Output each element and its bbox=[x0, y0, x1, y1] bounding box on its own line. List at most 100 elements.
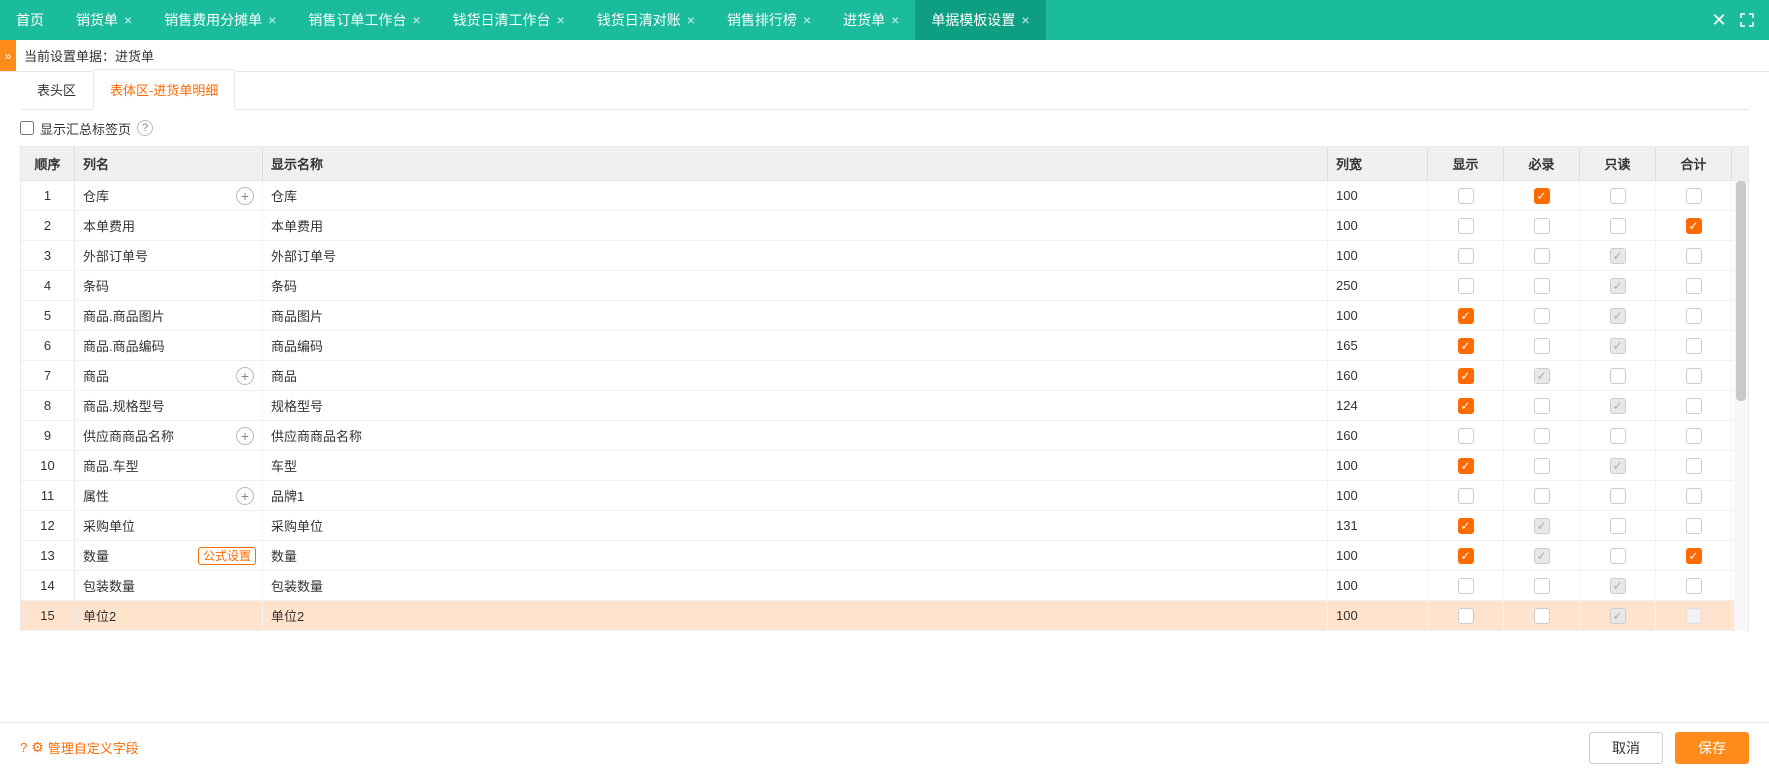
scrollbar-thumb[interactable] bbox=[1736, 181, 1746, 401]
plus-icon[interactable]: + bbox=[236, 487, 254, 505]
cell-width[interactable]: 100 bbox=[1328, 481, 1428, 510]
checkbox-show[interactable] bbox=[1458, 488, 1474, 504]
cell-width[interactable]: 250 bbox=[1328, 271, 1428, 300]
checkbox-show[interactable] bbox=[1458, 338, 1474, 354]
plus-icon[interactable]: + bbox=[236, 367, 254, 385]
fullscreen-icon[interactable] bbox=[1733, 6, 1761, 34]
table-row[interactable]: 2本单费用本单费用100 bbox=[21, 211, 1748, 241]
checkbox-show[interactable] bbox=[1458, 218, 1474, 234]
cell-width[interactable]: 131 bbox=[1328, 511, 1428, 540]
checkbox-show[interactable] bbox=[1458, 548, 1474, 564]
checkbox-total[interactable] bbox=[1686, 428, 1702, 444]
checkbox-show[interactable] bbox=[1458, 248, 1474, 264]
cell-width[interactable]: 100 bbox=[1328, 451, 1428, 480]
checkbox-readonly[interactable] bbox=[1610, 518, 1626, 534]
cell-display[interactable]: 车型 bbox=[263, 451, 1328, 480]
cell-width[interactable]: 100 bbox=[1328, 211, 1428, 240]
checkbox-show[interactable] bbox=[1458, 278, 1474, 294]
close-icon[interactable]: × bbox=[803, 12, 811, 28]
cell-width[interactable]: 160 bbox=[1328, 361, 1428, 390]
cell-display[interactable]: 包装数量 bbox=[263, 571, 1328, 600]
sub-tab-0[interactable]: 表头区 bbox=[20, 69, 93, 109]
checkbox-show[interactable] bbox=[1458, 188, 1474, 204]
cell-display[interactable]: 规格型号 bbox=[263, 391, 1328, 420]
table-row[interactable]: 6商品.商品编码商品编码165 bbox=[21, 331, 1748, 361]
cell-display[interactable]: 条码 bbox=[263, 271, 1328, 300]
table-row[interactable]: 14包装数量包装数量100 bbox=[21, 571, 1748, 601]
cell-width[interactable]: 124 bbox=[1328, 391, 1428, 420]
checkbox-required[interactable] bbox=[1534, 398, 1550, 414]
table-row[interactable]: 10商品.车型车型100 bbox=[21, 451, 1748, 481]
cell-display[interactable]: 单位2 bbox=[263, 601, 1328, 630]
checkbox-required[interactable] bbox=[1534, 308, 1550, 324]
checkbox-required[interactable] bbox=[1534, 278, 1550, 294]
help-icon[interactable]: ? bbox=[137, 120, 153, 136]
cell-display[interactable]: 数量 bbox=[263, 541, 1328, 570]
plus-icon[interactable]: + bbox=[236, 187, 254, 205]
checkbox-readonly[interactable] bbox=[1610, 548, 1626, 564]
checkbox-total[interactable] bbox=[1686, 308, 1702, 324]
table-row[interactable]: 3外部订单号外部订单号100 bbox=[21, 241, 1748, 271]
cell-display[interactable]: 商品图片 bbox=[263, 301, 1328, 330]
checkbox-show[interactable] bbox=[1458, 398, 1474, 414]
table-row[interactable]: 7商品+商品160 bbox=[21, 361, 1748, 391]
close-icon[interactable]: × bbox=[1021, 12, 1029, 28]
checkbox-total[interactable] bbox=[1686, 218, 1702, 234]
checkbox-show[interactable] bbox=[1458, 428, 1474, 444]
checkbox-required[interactable] bbox=[1534, 608, 1550, 624]
sub-tab-1[interactable]: 表体区-进货单明细 bbox=[93, 69, 235, 110]
checkbox-show[interactable] bbox=[1458, 368, 1474, 384]
checkbox-required[interactable] bbox=[1534, 428, 1550, 444]
cell-display[interactable]: 本单费用 bbox=[263, 211, 1328, 240]
cell-width[interactable]: 100 bbox=[1328, 181, 1428, 210]
cancel-button[interactable]: 取消 bbox=[1589, 732, 1663, 764]
top-tab-8[interactable]: 单据模板设置× bbox=[915, 0, 1045, 40]
show-summary-checkbox[interactable] bbox=[20, 121, 34, 135]
checkbox-readonly[interactable] bbox=[1610, 488, 1626, 504]
table-row[interactable]: 11属性+品牌1100 bbox=[21, 481, 1748, 511]
manage-custom-fields-link[interactable]: 管理自定义字段 bbox=[48, 738, 139, 757]
close-icon[interactable]: × bbox=[124, 12, 132, 28]
top-tab-2[interactable]: 销售费用分摊单× bbox=[148, 0, 292, 40]
plus-icon[interactable]: + bbox=[236, 427, 254, 445]
checkbox-total[interactable] bbox=[1686, 488, 1702, 504]
breadcrumb-toggle-icon[interactable]: » bbox=[0, 40, 16, 71]
save-button[interactable]: 保存 bbox=[1675, 732, 1749, 764]
table-row[interactable]: 4条码条码250 bbox=[21, 271, 1748, 301]
close-all-icon[interactable]: ✕ bbox=[1705, 6, 1733, 34]
checkbox-total[interactable] bbox=[1686, 248, 1702, 264]
checkbox-readonly[interactable] bbox=[1610, 428, 1626, 444]
table-row[interactable]: 15单位2单位2100 bbox=[21, 601, 1748, 631]
cell-width[interactable]: 100 bbox=[1328, 571, 1428, 600]
checkbox-total[interactable] bbox=[1686, 368, 1702, 384]
footer-help-icon[interactable]: ? bbox=[20, 740, 27, 755]
table-row[interactable]: 8商品.规格型号规格型号124 bbox=[21, 391, 1748, 421]
formula-tag[interactable]: 公式设置 bbox=[198, 547, 256, 565]
top-tab-4[interactable]: 钱货日清工作台× bbox=[437, 0, 581, 40]
cell-display[interactable]: 供应商商品名称 bbox=[263, 421, 1328, 450]
top-tab-0[interactable]: 首页 bbox=[0, 0, 60, 40]
cell-width[interactable]: 100 bbox=[1328, 241, 1428, 270]
cell-display[interactable]: 采购单位 bbox=[263, 511, 1328, 540]
checkbox-required[interactable] bbox=[1534, 488, 1550, 504]
top-tab-1[interactable]: 销货单× bbox=[60, 0, 148, 40]
cell-width[interactable]: 100 bbox=[1328, 301, 1428, 330]
checkbox-total[interactable] bbox=[1686, 188, 1702, 204]
cell-display[interactable]: 外部订单号 bbox=[263, 241, 1328, 270]
gear-icon[interactable]: ⚙ bbox=[31, 739, 44, 756]
cell-width[interactable]: 100 bbox=[1328, 541, 1428, 570]
checkbox-readonly[interactable] bbox=[1610, 368, 1626, 384]
checkbox-total[interactable] bbox=[1686, 278, 1702, 294]
checkbox-required[interactable] bbox=[1534, 188, 1550, 204]
checkbox-show[interactable] bbox=[1458, 308, 1474, 324]
checkbox-show[interactable] bbox=[1458, 458, 1474, 474]
checkbox-required[interactable] bbox=[1534, 338, 1550, 354]
cell-width[interactable]: 165 bbox=[1328, 331, 1428, 360]
cell-display[interactable]: 商品编码 bbox=[263, 331, 1328, 360]
close-icon[interactable]: × bbox=[268, 12, 276, 28]
checkbox-show[interactable] bbox=[1458, 608, 1474, 624]
checkbox-required[interactable] bbox=[1534, 578, 1550, 594]
cell-width[interactable]: 160 bbox=[1328, 421, 1428, 450]
close-icon[interactable]: × bbox=[412, 12, 420, 28]
table-row[interactable]: 5商品.商品图片商品图片100 bbox=[21, 301, 1748, 331]
